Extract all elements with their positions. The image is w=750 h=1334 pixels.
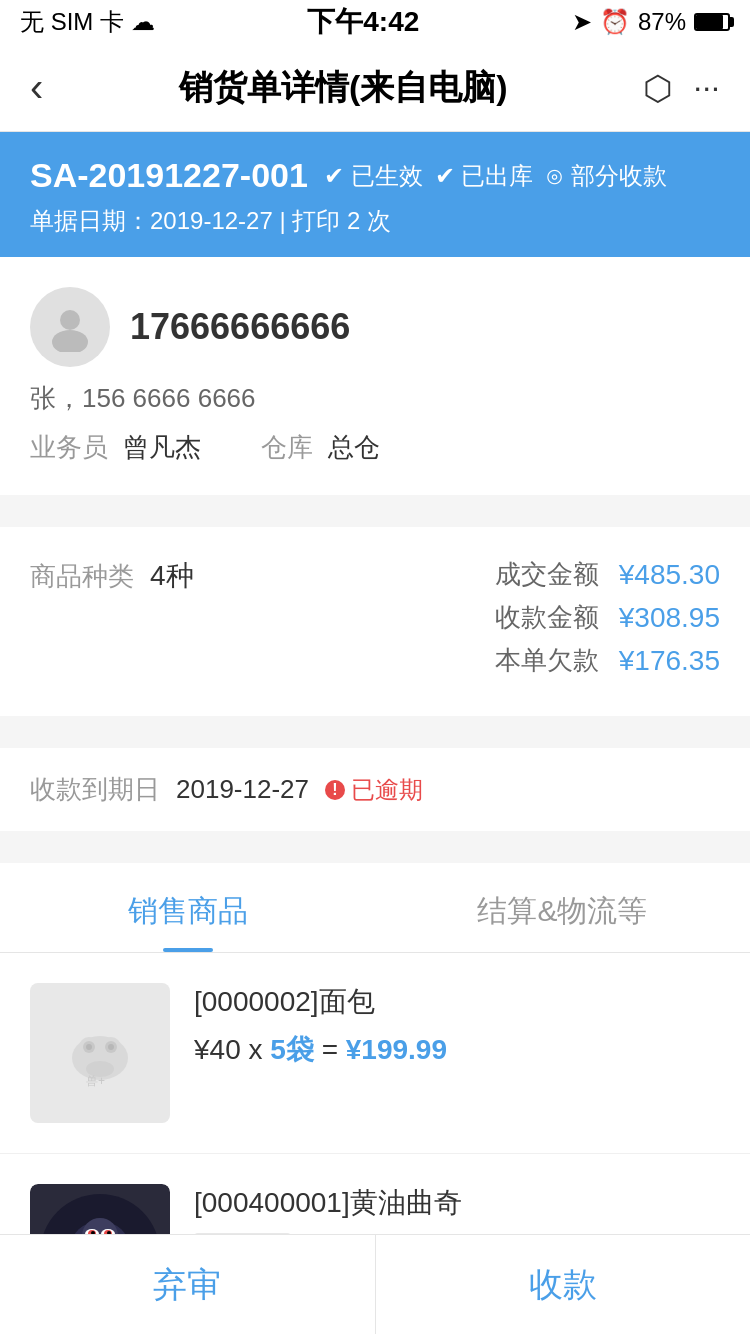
divider-1	[0, 511, 750, 527]
warehouse-value: 总仓	[328, 432, 380, 462]
product-total-bread: ¥199.99	[346, 1034, 447, 1065]
order-meta: 单据日期：2019-12-27 | 打印 2 次	[30, 205, 720, 237]
sales-value: 曾凡杰	[123, 432, 201, 462]
product-price-bread: ¥40 x 5袋 = ¥199.99	[194, 1031, 720, 1069]
customer-detail: 业务员 曾凡杰 仓库 总仓	[30, 430, 720, 465]
order-header: SA-20191227-001 ✔ 已生效 ✔ 已出库 ⊙ 部分收款 单据日期：…	[0, 132, 750, 257]
badge-shipped: ✔ 已出库	[435, 160, 534, 192]
product-info-bread: [0000002]面包 ¥40 x 5袋 = ¥199.99	[194, 983, 720, 1069]
product-type-value: 4种	[150, 557, 194, 595]
status-bar: 无 SIM 卡 ☁ 下午4:42 ➤ ⏰ 87%	[0, 0, 750, 44]
badge-partial-payment: ⊙ 部分收款	[545, 160, 667, 192]
share-button[interactable]: ⬡	[643, 68, 673, 108]
overdue-section: 收款到期日 2019-12-27 ! 已逾期	[0, 748, 750, 831]
svg-text:兽+: 兽+	[86, 1074, 105, 1088]
order-badges: ✔ 已生效 ✔ 已出库 ⊙ 部分收款	[324, 160, 667, 192]
tab-billing[interactable]: 结算&物流等	[375, 863, 750, 952]
product-thumb-bread: 兽+	[30, 983, 170, 1123]
status-time: 下午4:42	[307, 3, 419, 41]
tabs-row: 销售商品 结算&物流等	[0, 863, 750, 952]
product-equals-bread: =	[314, 1034, 346, 1065]
warehouse-label: 仓库	[261, 432, 313, 462]
received-value: ¥308.95	[619, 602, 720, 634]
alarm-icon: ⏰	[600, 8, 630, 36]
bottom-actions: 弃审 收款	[0, 1234, 750, 1334]
collect-payment-button[interactable]: 收款	[376, 1235, 751, 1334]
deal-amount-label: 成交金额	[495, 557, 599, 592]
battery-status: 87%	[638, 8, 686, 36]
tab-products[interactable]: 销售商品	[0, 863, 375, 952]
tab-billing-label: 结算&物流等	[477, 894, 647, 927]
amounts-right: 成交金额 ¥485.30 收款金额 ¥308.95 本单欠款 ¥176.35	[495, 557, 720, 686]
status-left: 无 SIM 卡 ☁	[20, 6, 155, 38]
product-name-cookie: [000400001]黄油曲奇	[194, 1184, 720, 1222]
received-label: 收款金额	[495, 600, 599, 635]
svg-point-0	[60, 310, 80, 330]
page-title: 销货单详情(来自电脑)	[179, 65, 508, 111]
nav-left: ‹	[30, 65, 43, 110]
received-amount-row: 收款金额 ¥308.95	[495, 600, 720, 635]
deal-amount-value: ¥485.30	[619, 559, 720, 591]
product-name-bread: [0000002]面包	[194, 983, 720, 1021]
avatar	[30, 287, 110, 367]
customer-section: 17666666666 张，156 6666 6666 业务员 曾凡杰 仓库 总…	[0, 257, 750, 495]
overdue-date: 2019-12-27	[176, 774, 309, 805]
customer-sub-info: 张，156 6666 6666	[30, 381, 720, 416]
sim-status: 无 SIM 卡 ☁	[20, 6, 155, 38]
battery-icon	[694, 13, 730, 31]
svg-point-7	[86, 1044, 92, 1050]
summary-section: 商品种类 4种 成交金额 ¥485.30 收款金额 ¥308.95 本单欠款 ¥…	[0, 527, 750, 716]
product-type-row: 商品种类 4种	[30, 557, 194, 595]
product-price-text-bread: ¥40 x	[194, 1034, 270, 1065]
tab-products-label: 销售商品	[128, 894, 248, 927]
svg-point-8	[108, 1044, 114, 1050]
badge-effective: ✔ 已生效	[324, 160, 423, 192]
more-button[interactable]: ···	[693, 69, 720, 106]
overdue-dot-icon: !	[325, 780, 345, 800]
overdue-text: 已逾期	[351, 774, 423, 806]
divider-3	[0, 847, 750, 863]
overdue-label: 收款到期日	[30, 772, 160, 807]
product-qty-bread: 5袋	[270, 1034, 314, 1065]
owed-label: 本单欠款	[495, 643, 599, 678]
product-item: 兽+ [0000002]面包 ¥40 x 5袋 = ¥199.99	[0, 953, 750, 1154]
sales-label: 业务员	[30, 432, 108, 462]
owed-value: ¥176.35	[619, 645, 720, 677]
deal-amount-row: 成交金额 ¥485.30	[495, 557, 720, 592]
order-id: SA-20191227-001	[30, 156, 308, 195]
owed-amount-row: 本单欠款 ¥176.35	[495, 643, 720, 678]
status-right: ➤ ⏰ 87%	[572, 8, 730, 36]
location-icon: ➤	[572, 8, 592, 36]
nav-bar: ‹ 销货单详情(来自电脑) ⬡ ···	[0, 44, 750, 132]
nav-right: ⬡ ···	[643, 68, 720, 108]
overdue-badge: ! 已逾期	[325, 774, 423, 806]
product-type-label: 商品种类	[30, 559, 134, 594]
svg-point-1	[52, 330, 88, 352]
tabs-section: 销售商品 结算&物流等	[0, 863, 750, 953]
abandon-review-button[interactable]: 弃审	[0, 1235, 376, 1334]
divider-2	[0, 732, 750, 748]
customer-phone: 17666666666	[130, 306, 350, 348]
back-button[interactable]: ‹	[30, 65, 43, 110]
